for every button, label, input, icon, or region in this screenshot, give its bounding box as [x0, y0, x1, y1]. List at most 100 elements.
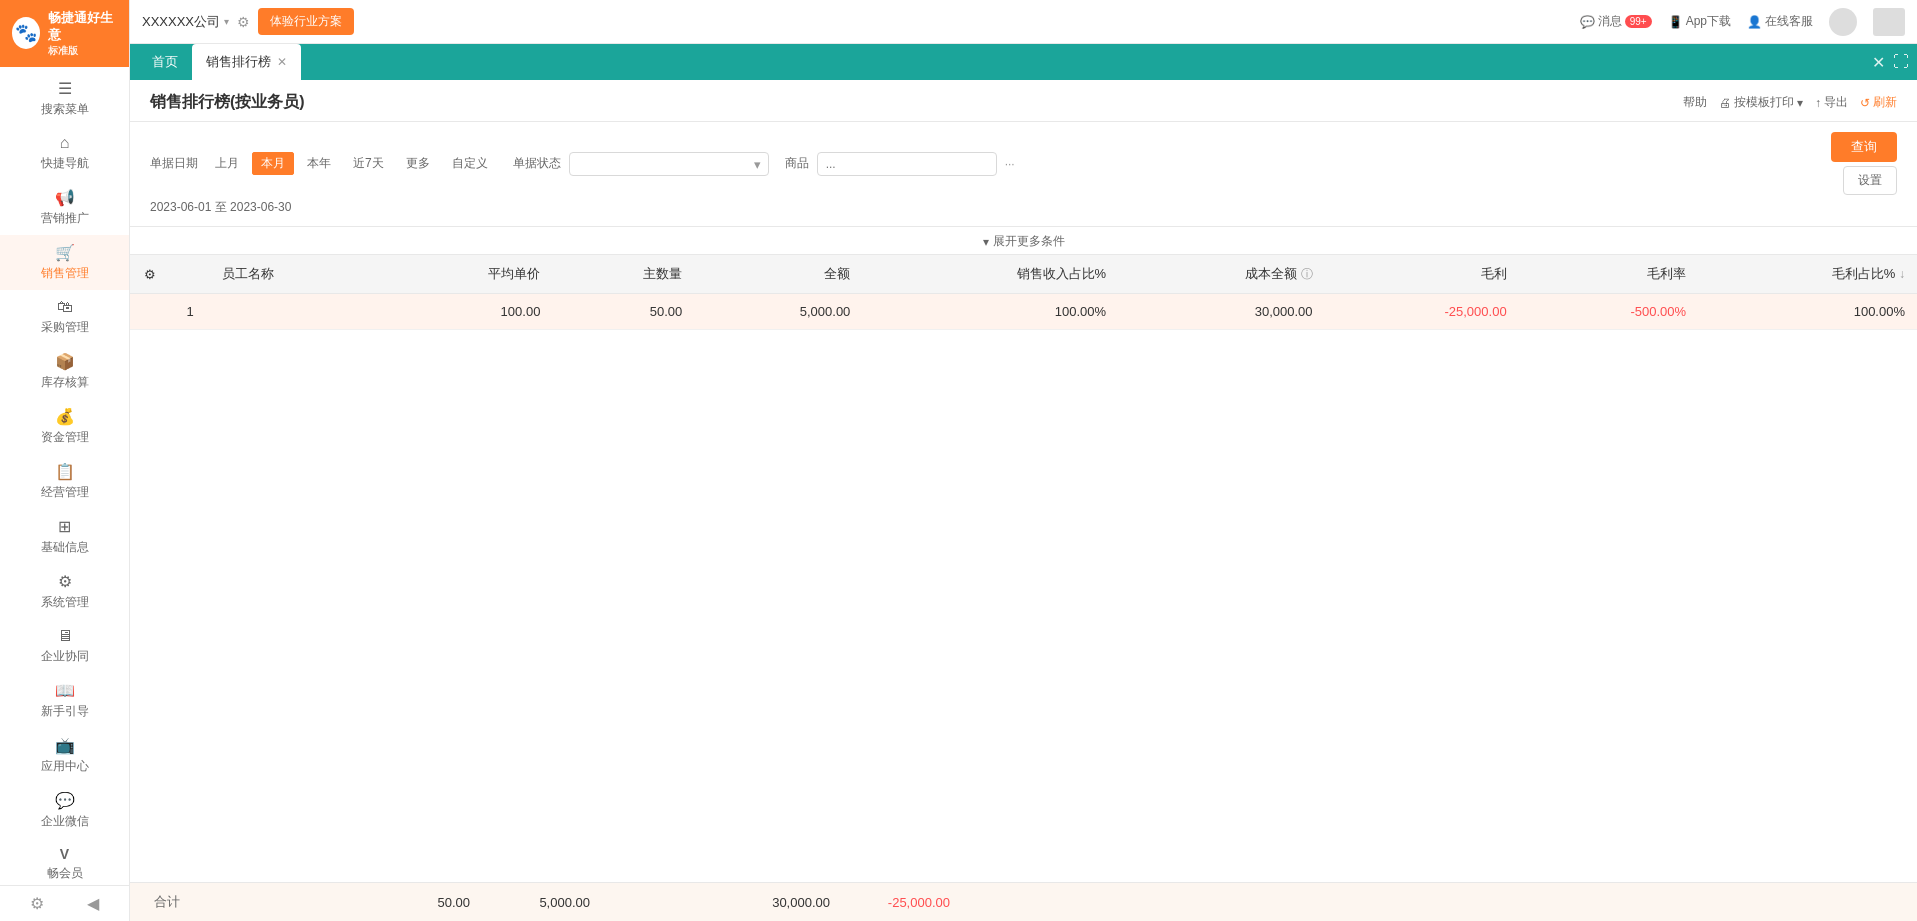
notification-item[interactable]: 💬 消息 99+: [1580, 13, 1652, 30]
filter-actions: 查询 设置: [1831, 132, 1897, 195]
column-settings-icon[interactable]: ⚙: [144, 267, 156, 282]
sidebar-item-member[interactable]: V 畅会员: [0, 838, 129, 885]
online-service-item[interactable]: 👤 在线客服: [1747, 13, 1813, 30]
footer-gross-profit: -25,000.00: [842, 895, 962, 910]
date-filter-group: 单据日期 上月 本月 本年 近7天 更多 自定义: [150, 152, 497, 175]
top-header: XXXXXX公司 ▾ ⚙ 体验行业方案 💬 消息 99+ 📱 App下载 👤 在…: [130, 0, 1917, 44]
date-tab-current-year[interactable]: 本年: [298, 152, 340, 175]
tab-sales-ranking-label: 销售排行榜: [206, 53, 271, 71]
query-button[interactable]: 查询: [1831, 132, 1897, 162]
sidebar-settings-icon[interactable]: ⚙: [30, 894, 44, 913]
app-download-label: App下载: [1686, 13, 1731, 30]
date-tab-custom[interactable]: 自定义: [443, 152, 497, 175]
td-employee: [210, 294, 381, 330]
sidebar-item-enterprise[interactable]: 🖥 企业协同: [0, 619, 129, 673]
tab-home[interactable]: 首页: [138, 44, 192, 80]
sidebar-item-wechat[interactable]: 💬 企业微信: [0, 783, 129, 838]
company-selector[interactable]: XXXXXX公司 ▾: [142, 13, 229, 31]
tab-close-icon[interactable]: ✕: [277, 55, 287, 69]
sidebar-item-app-center[interactable]: 📺 应用中心: [0, 728, 129, 783]
header-settings-icon[interactable]: ⚙: [237, 14, 250, 30]
filter-row: 单据日期 上月 本月 本年 近7天 更多 自定义 单据状态: [150, 132, 1897, 195]
user-avatar[interactable]: [1829, 8, 1857, 36]
sidebar-item-operations[interactable]: 📋 经营管理: [0, 454, 129, 509]
app-download-item[interactable]: 📱 App下载: [1668, 13, 1731, 30]
expand-button[interactable]: ▾ 展开更多条件: [983, 233, 1065, 250]
logo-text: 畅捷通好生意 标准版: [48, 10, 117, 57]
footer-main-qty: 50.00: [382, 895, 482, 910]
print-button[interactable]: 🖨 按模板打印 ▾: [1719, 94, 1803, 111]
basic-info-icon: ⊞: [58, 517, 71, 536]
notification-badge: 99+: [1625, 15, 1652, 28]
sidebar-item-guide[interactable]: 📖 新手引导: [0, 673, 129, 728]
content-area: 销售排行榜(按业务员) 帮助 🖨 按模板打印 ▾ ↑ 导出 ↺ 刷新 单据日期: [130, 80, 1917, 921]
tab-bar: 首页 销售排行榜 ✕ ✕ ⛶: [130, 44, 1917, 80]
td-gross-ratio: 100.00%: [1698, 294, 1917, 330]
sidebar-bottom: ⚙ ◀: [0, 885, 129, 921]
sidebar-item-basic-info[interactable]: ⊞ 基础信息: [0, 509, 129, 564]
goods-filter-group: 商品 ···: [785, 152, 1015, 176]
footer-label: 合计: [142, 893, 262, 911]
table-footer: 合计 50.00 5,000.00 30,000.00 -25,000.00: [130, 882, 1917, 921]
sidebar-item-system[interactable]: ⚙ 系统管理: [0, 564, 129, 619]
expand-row: ▾ 展开更多条件: [130, 227, 1917, 255]
sidebar-item-finance-label: 资金管理: [41, 429, 89, 446]
app-center-icon: 📺: [55, 736, 75, 755]
sidebar-item-quick-nav-label: 快捷导航: [41, 155, 89, 172]
help-button[interactable]: 帮助: [1683, 94, 1707, 111]
th-gross-profit: 毛利: [1325, 255, 1519, 294]
tab-expand-icon[interactable]: ⛶: [1893, 53, 1909, 72]
marketing-icon: 📢: [55, 188, 75, 207]
table-row: 1 100.00 50.00 5,000.00 100.00% 30,000.0…: [130, 294, 1917, 330]
tab-close-all-icon[interactable]: ✕: [1872, 53, 1885, 72]
wechat-icon: 💬: [55, 791, 75, 810]
setting-button[interactable]: 设置: [1843, 166, 1897, 195]
user-info[interactable]: [1873, 8, 1905, 36]
sidebar-item-purchase[interactable]: 🛍 采购管理: [0, 290, 129, 344]
sidebar-item-enterprise-label: 企业协同: [41, 648, 89, 665]
sidebar-item-quick-nav[interactable]: ⌂ 快捷导航: [0, 126, 129, 180]
sidebar-item-guide-label: 新手引导: [41, 703, 89, 720]
sidebar-item-app-center-label: 应用中心: [41, 758, 89, 775]
export-button[interactable]: ↑ 导出: [1815, 94, 1848, 111]
sidebar-item-system-label: 系统管理: [41, 594, 89, 611]
sidebar-item-sales[interactable]: 🛒 销售管理: [0, 235, 129, 290]
message-icon: 💬: [1580, 15, 1595, 29]
gross-ratio-sort-icon: ↓: [1899, 267, 1905, 281]
app-download-icon: 📱: [1668, 15, 1683, 29]
sidebar-item-search[interactable]: ☰ 搜索菜单: [0, 71, 129, 126]
status-select[interactable]: [569, 152, 769, 176]
goods-filter-label: 商品: [785, 155, 809, 172]
sidebar-item-marketing[interactable]: 📢 营销推广: [0, 180, 129, 235]
td-gross-profit: -25,000.00: [1325, 294, 1519, 330]
header-right: 💬 消息 99+ 📱 App下载 👤 在线客服: [1580, 8, 1905, 36]
date-tab-more[interactable]: 更多: [397, 152, 439, 175]
refresh-button[interactable]: ↺ 刷新: [1860, 94, 1897, 111]
page-actions: 帮助 🖨 按模板打印 ▾ ↑ 导出 ↺ 刷新: [1683, 94, 1897, 111]
sidebar-collapse-icon[interactable]: ◀: [87, 894, 99, 913]
date-tab-7days[interactable]: 近7天: [344, 152, 393, 175]
sidebar-item-search-label: 搜索菜单: [41, 101, 89, 118]
date-tab-current-month[interactable]: 本月: [252, 152, 294, 175]
goods-input[interactable]: [817, 152, 997, 176]
sidebar-nav: ☰ 搜索菜单 ⌂ 快捷导航 📢 营销推广 🛒 销售管理 🛍 采购管理 📦 库存核…: [0, 67, 129, 885]
sidebar-item-wechat-label: 企业微信: [41, 813, 89, 830]
goods-more-btn[interactable]: ···: [1005, 157, 1015, 171]
sidebar-item-finance[interactable]: 💰 资金管理: [0, 399, 129, 454]
date-tab-prev-month[interactable]: 上月: [206, 152, 248, 175]
table-container: ⚙ 员工名称 平均单价 主数量 全额 销售收入占比% 成本全额 ⓘ 毛利 毛利率…: [130, 255, 1917, 882]
date-filter-label: 单据日期: [150, 155, 198, 172]
th-sales-ratio: 销售收入占比%: [862, 255, 1118, 294]
date-tabs: 上月 本月 本年 近7天 更多 自定义: [206, 152, 497, 175]
tab-sales-ranking[interactable]: 销售排行榜 ✕: [192, 44, 301, 80]
td-avg-price: 100.00: [381, 294, 552, 330]
notification-label: 消息: [1598, 13, 1622, 30]
sidebar-item-inventory[interactable]: 📦 库存核算: [0, 344, 129, 399]
trial-button[interactable]: 体验行业方案: [258, 8, 354, 35]
service-icon: 👤: [1747, 15, 1762, 29]
th-settings: ⚙: [130, 255, 170, 294]
td-sales-ratio: 100.00%: [862, 294, 1118, 330]
quick-nav-icon: ⌂: [60, 134, 70, 152]
guide-icon: 📖: [55, 681, 75, 700]
td-settings: [130, 294, 170, 330]
